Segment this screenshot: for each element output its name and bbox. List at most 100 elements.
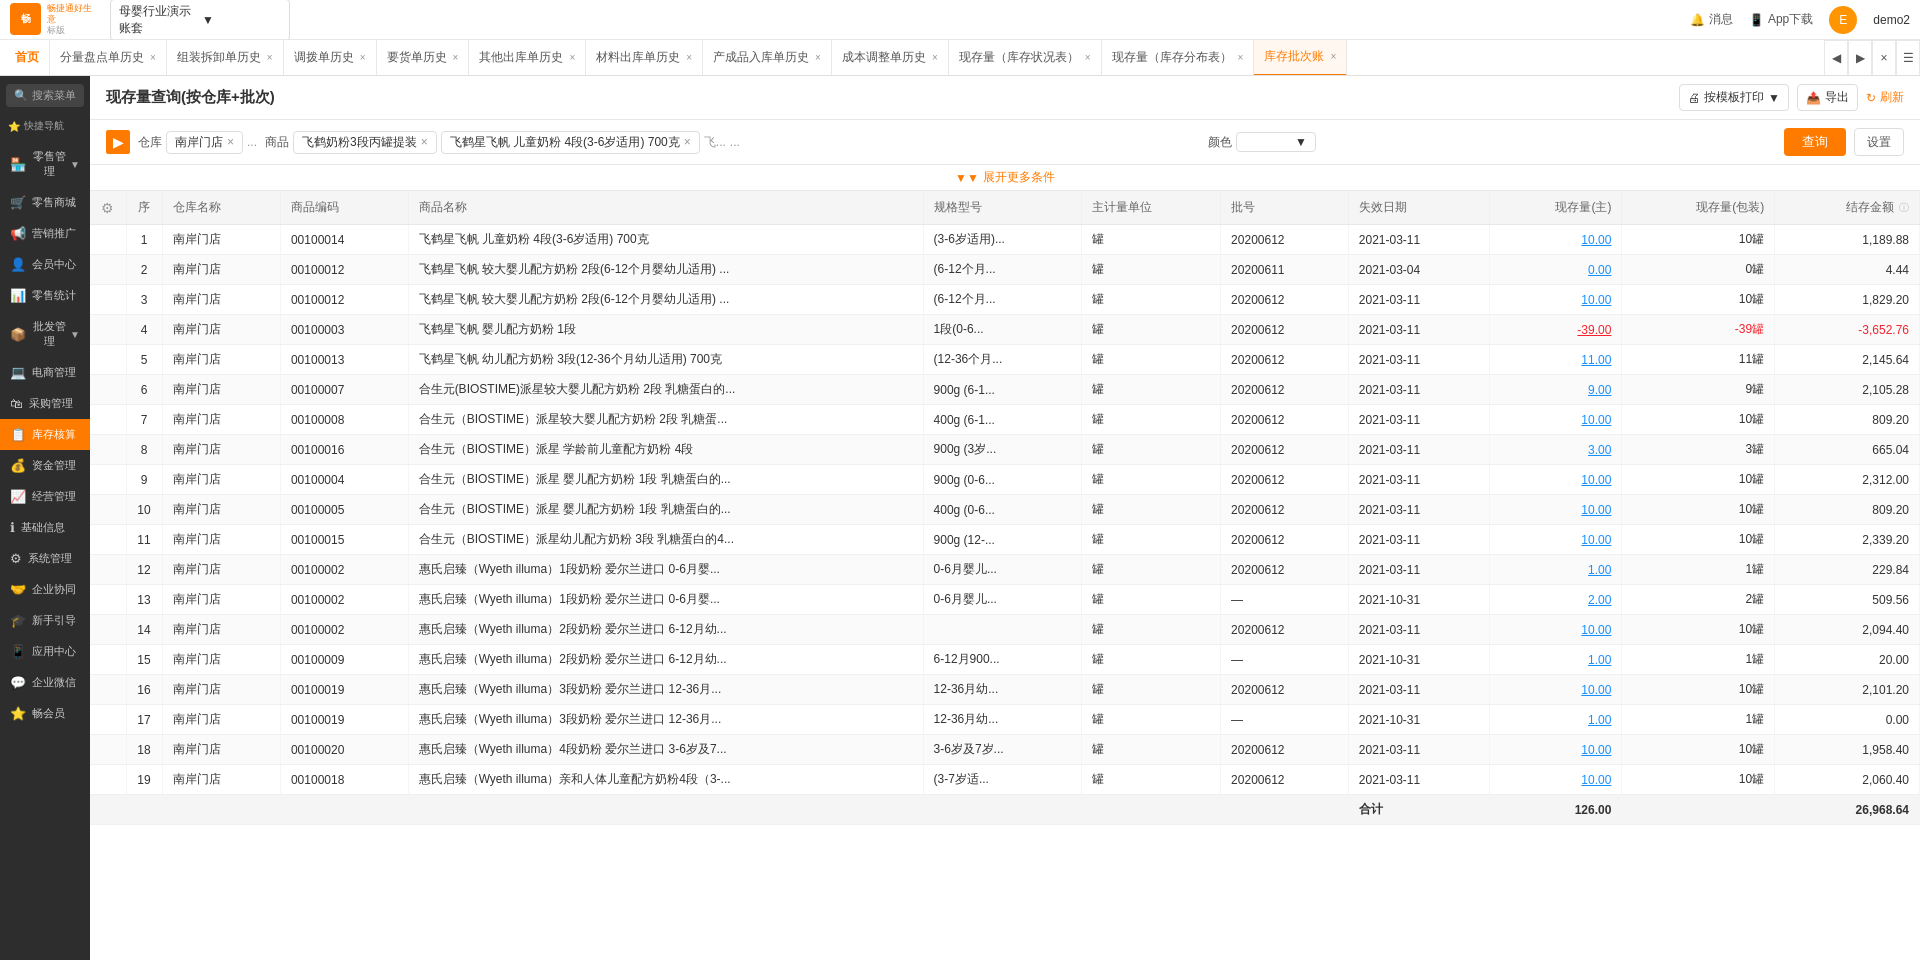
tab-4[interactable]: 要货单历史 ×: [377, 40, 470, 76]
row-settings: [90, 225, 126, 255]
table-row: 10 南岸门店 00100005 合生元（BIOSTIME）派星 婴儿配方奶粉 …: [90, 495, 1920, 525]
color-select[interactable]: ▼: [1236, 132, 1316, 152]
tab-menu-btn[interactable]: ☰: [1896, 40, 1920, 76]
row-warehouse: 南岸门店: [162, 225, 280, 255]
row-product-name: 惠氏启臻（Wyeth illuma）亲和人体儿童配方奶粉4段（3-...: [408, 765, 923, 795]
row-spec: 12-36月幼...: [923, 675, 1082, 705]
close-icon[interactable]: ×: [932, 52, 938, 63]
sidebar-item-member[interactable]: 👤 会员中心: [0, 249, 90, 280]
sidebar-item-retail-stats[interactable]: 📊 零售统计: [0, 280, 90, 311]
sidebar-item-ops[interactable]: 📈 经营管理: [0, 481, 90, 512]
close-icon[interactable]: ×: [815, 52, 821, 63]
row-batch: 20200612: [1221, 315, 1349, 345]
sidebar-search[interactable]: 🔍 搜索菜单: [0, 76, 90, 115]
refresh-btn[interactable]: ↻ 刷新: [1866, 89, 1904, 106]
sidebar-item-retail-mgmt[interactable]: 🏪 零售管理 ▼: [0, 141, 90, 187]
sidebar-item-quick-nav[interactable]: ⭐ 快捷导航: [0, 115, 90, 137]
sidebar-item-inventory[interactable]: 📋 库存核算: [0, 419, 90, 450]
sidebar-item-member-program[interactable]: ⭐ 畅会员: [0, 698, 90, 729]
row-expiry: 2021-10-31: [1348, 585, 1489, 615]
row-batch: 20200612: [1221, 765, 1349, 795]
row-balance: 229.84: [1775, 555, 1920, 585]
app-download-action[interactable]: 📱 App下载: [1749, 11, 1813, 28]
industry-selector[interactable]: 母婴行业演示账套 ▼: [110, 0, 290, 41]
tab-10[interactable]: 现存量（库存分布表） ×: [1102, 40, 1255, 76]
tab-home[interactable]: 首页: [5, 40, 50, 76]
row-warehouse: 南岸门店: [162, 645, 280, 675]
sidebar-item-ecommerce[interactable]: 💻 电商管理: [0, 357, 90, 388]
sidebar-item-system[interactable]: ⚙ 系统管理: [0, 543, 90, 574]
sidebar-item-finance[interactable]: 💰 资金管理: [0, 450, 90, 481]
remove-product1-icon[interactable]: ×: [421, 135, 428, 149]
row-stock-main: 1.00: [1490, 705, 1622, 735]
close-icon[interactable]: ×: [686, 52, 692, 63]
product-tag-1[interactable]: 飞鹤奶粉3段丙罐提装 ×: [293, 131, 437, 154]
message-action[interactable]: 🔔 消息: [1690, 11, 1733, 28]
filter-expand-btn[interactable]: ▶: [106, 130, 130, 154]
tab-next-btn[interactable]: ▶: [1848, 40, 1872, 76]
sidebar-item-wholesale[interactable]: 📦 批发管理 ▼: [0, 311, 90, 357]
close-icon[interactable]: ×: [1238, 52, 1244, 63]
table-row: 4 南岸门店 00100003 飞鹤星飞帆 婴儿配方奶粉 1段 1段(0-6..…: [90, 315, 1920, 345]
close-icon[interactable]: ×: [453, 52, 459, 63]
tab-9[interactable]: 现存量（库存状况表） ×: [949, 40, 1102, 76]
tab-8[interactable]: 成本调整单历史 ×: [832, 40, 949, 76]
row-unit: 罐: [1082, 735, 1221, 765]
warehouse-tag[interactable]: 南岸门店 ×: [166, 131, 243, 154]
row-no: 3: [126, 285, 162, 315]
close-icon[interactable]: ×: [1330, 51, 1336, 62]
template-print-btn[interactable]: 🖨 按模板打印 ▼: [1679, 84, 1789, 111]
tab-6[interactable]: 材料出库单历史 ×: [586, 40, 703, 76]
close-icon[interactable]: ×: [150, 52, 156, 63]
sidebar-item-basic[interactable]: ℹ 基础信息: [0, 512, 90, 543]
row-product-code: 00100019: [280, 705, 408, 735]
query-btn[interactable]: 查询: [1784, 128, 1846, 156]
close-icon[interactable]: ×: [1085, 52, 1091, 63]
row-product-code: 00100002: [280, 615, 408, 645]
product-tag-2[interactable]: 飞鹤星飞帆 儿童奶粉 4段(3-6岁适用) 700克 ×: [441, 131, 700, 154]
search-box[interactable]: 🔍 搜索菜单: [6, 84, 84, 107]
close-icon[interactable]: ×: [267, 52, 273, 63]
sidebar-item-collab[interactable]: 🤝 企业协同: [0, 574, 90, 605]
tab-1[interactable]: 分量盘点单历史 ×: [50, 40, 167, 76]
row-warehouse: 南岸门店: [162, 555, 280, 585]
info-icon[interactable]: ⓘ: [1899, 202, 1909, 213]
row-stock-pkg: 10罐: [1622, 675, 1775, 705]
remove-warehouse-icon[interactable]: ×: [227, 135, 234, 149]
table-row: 18 南岸门店 00100020 惠氏启臻（Wyeth illuma）4段奶粉 …: [90, 735, 1920, 765]
row-spec: 900g (3岁...: [923, 435, 1082, 465]
sidebar-item-app-center[interactable]: 📱 应用中心: [0, 636, 90, 667]
row-expiry: 2021-03-11: [1348, 225, 1489, 255]
row-settings: [90, 675, 126, 705]
mall-icon: 🛒: [10, 195, 26, 210]
tab-prev-btn[interactable]: ◀: [1824, 40, 1848, 76]
download-icon: 📱: [1749, 13, 1764, 27]
tab-5[interactable]: 其他出库单历史 ×: [469, 40, 586, 76]
tab-active[interactable]: 库存批次账 ×: [1254, 40, 1347, 76]
remove-product2-icon[interactable]: ×: [684, 135, 691, 149]
sidebar-item-retail-mall[interactable]: 🛒 零售商城: [0, 187, 90, 218]
row-stock-pkg: 10罐: [1622, 525, 1775, 555]
tab-2[interactable]: 组装拆卸单历史 ×: [167, 40, 284, 76]
sidebar-item-guide[interactable]: 🎓 新手引导: [0, 605, 90, 636]
row-expiry: 2021-03-11: [1348, 435, 1489, 465]
row-warehouse: 南岸门店: [162, 345, 280, 375]
expand-conditions-btn[interactable]: ▼▼ 展开更多条件: [955, 169, 1055, 186]
sidebar-item-wechat[interactable]: 💬 企业微信: [0, 667, 90, 698]
tab-7[interactable]: 产成品入库单历史 ×: [703, 40, 832, 76]
row-balance: 809.20: [1775, 495, 1920, 525]
sidebar-item-marketing[interactable]: 📢 营销推广: [0, 218, 90, 249]
tab-3[interactable]: 调拨单历史 ×: [284, 40, 377, 76]
row-product-code: 00100003: [280, 315, 408, 345]
settings-icon[interactable]: ⚙: [101, 200, 114, 216]
user-avatar[interactable]: E: [1829, 6, 1857, 34]
row-stock-main: 2.00: [1490, 585, 1622, 615]
row-product-code: 00100014: [280, 225, 408, 255]
tab-close-btn[interactable]: ×: [1872, 40, 1896, 76]
col-settings[interactable]: ⚙: [90, 191, 126, 225]
settings-btn[interactable]: 设置: [1854, 128, 1904, 156]
sidebar-item-purchase[interactable]: 🛍 采购管理: [0, 388, 90, 419]
export-btn[interactable]: 📤 导出: [1797, 84, 1858, 111]
close-icon[interactable]: ×: [569, 52, 575, 63]
close-icon[interactable]: ×: [360, 52, 366, 63]
